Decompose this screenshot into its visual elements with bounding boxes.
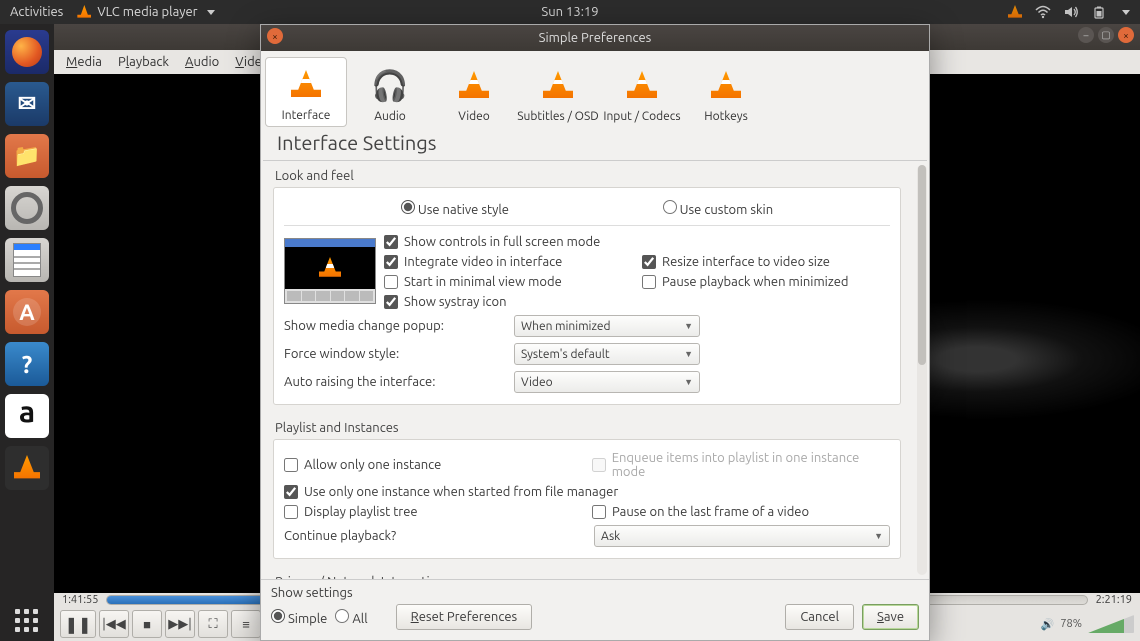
launcher-firefox[interactable]	[5, 30, 49, 74]
launcher-rhythmbox[interactable]	[5, 186, 49, 230]
dialog-footer: Show settings Simple All Reset Preferenc…	[261, 579, 929, 640]
skin-preview	[284, 238, 376, 304]
check-one-instance-filemgr[interactable]: Use only one instance when started from …	[284, 485, 618, 499]
minimize-button[interactable]: –	[1078, 27, 1094, 43]
dialog-title: Simple Preferences	[539, 31, 652, 45]
check-enqueue: Enqueue items into playlist in one insta…	[592, 451, 890, 479]
check-integrate-video[interactable]: Integrate video in interface	[384, 255, 562, 269]
vlc-icon	[77, 5, 91, 19]
group-playlist: Playlist and Instances	[261, 413, 913, 439]
radio-all[interactable]: All	[335, 609, 367, 626]
volume-icon[interactable]	[1063, 4, 1079, 20]
check-resize-interface[interactable]: Resize interface to video size	[642, 255, 830, 269]
vlc-tray-icon[interactable]	[1007, 4, 1023, 20]
app-menu[interactable]: VLC media player	[77, 5, 214, 19]
launcher-thunderbird[interactable]	[5, 82, 49, 126]
save-button[interactable]: Save	[862, 604, 919, 630]
activities-button[interactable]: Activities	[10, 5, 63, 19]
check-fullscreen-controls[interactable]: Show controls in full screen mode	[384, 235, 600, 249]
launcher-writer[interactable]	[5, 238, 49, 282]
play-pause-button[interactable]: ❚❚	[60, 610, 96, 638]
select-continue-playback[interactable]: Ask▼	[594, 525, 890, 547]
label-autoraise: Auto raising the interface:	[284, 375, 514, 389]
launcher-software[interactable]	[5, 290, 49, 334]
tab-interface[interactable]: Interface	[265, 57, 347, 127]
label-continue-playback: Continue playback?	[284, 529, 594, 543]
group-privacy: Privacy / Network Interaction	[261, 567, 913, 579]
window-controls: – ▢ ×	[1078, 27, 1134, 43]
scrollbar[interactable]	[917, 165, 927, 575]
app-menu-label: VLC media player	[97, 5, 197, 19]
select-autoraise[interactable]: Video▼	[514, 371, 700, 393]
launcher-vlc[interactable]	[5, 446, 49, 490]
network-icon[interactable]	[1035, 4, 1051, 20]
label-media-change: Show media change popup:	[284, 319, 514, 333]
chevron-down-icon	[207, 10, 215, 15]
prev-button[interactable]: |◀◀	[99, 610, 129, 638]
radio-custom-skin[interactable]: Use custom skin	[663, 200, 773, 217]
fullscreen-button[interactable]: ⛶	[198, 610, 228, 638]
label-force-style: Force window style:	[284, 347, 514, 361]
launcher-dock: 📁	[0, 24, 54, 641]
label-show-settings: Show settings	[271, 586, 353, 600]
panel-look-and-feel: Use native style Use custom skin Show co…	[273, 187, 901, 405]
menu-playback[interactable]: Playback	[112, 53, 175, 71]
check-playlist-tree[interactable]: Display playlist tree	[284, 505, 418, 519]
tab-video[interactable]: Video	[433, 57, 515, 127]
show-apps-icon[interactable]	[15, 609, 39, 633]
launcher-amazon[interactable]	[5, 394, 49, 438]
battery-icon[interactable]	[1091, 4, 1107, 20]
check-one-instance[interactable]: Allow only one instance	[284, 458, 441, 472]
tab-subtitles[interactable]: Subtitles / OSD	[517, 57, 599, 127]
radio-native-style[interactable]: Use native style	[401, 200, 509, 217]
panel-playlist: Allow only one instance Enqueue items in…	[273, 439, 901, 559]
maximize-button[interactable]: ▢	[1098, 27, 1114, 43]
total-time: 2:21:19	[1096, 594, 1132, 606]
reset-button[interactable]: Reset Preferences	[396, 604, 533, 630]
check-pause-minimized[interactable]: Pause playback when minimized	[642, 275, 848, 289]
cancel-button[interactable]: Cancel	[785, 604, 854, 630]
radio-simple[interactable]: Simple	[271, 609, 327, 626]
close-button[interactable]: ×	[1118, 27, 1134, 43]
launcher-files[interactable]: 📁	[5, 134, 49, 178]
check-pause-last-frame[interactable]: Pause on the last frame of a video	[592, 505, 809, 519]
prefs-scroll: Look and feel Use native style Use custo…	[261, 161, 929, 579]
section-heading: Interface Settings	[263, 127, 927, 161]
extended-button[interactable]: ≡	[231, 610, 261, 638]
dialog-titlebar: × Simple Preferences	[261, 25, 929, 51]
group-look-and-feel: Look and feel	[261, 161, 913, 187]
check-minimal-view[interactable]: Start in minimal view mode	[384, 275, 562, 289]
launcher-help[interactable]	[5, 342, 49, 386]
select-force-style[interactable]: System's default▼	[514, 343, 700, 365]
menu-media[interactable]: MMediaedia	[60, 53, 108, 71]
top-panel: Activities VLC media player Sun 13:19	[0, 0, 1140, 24]
stop-button[interactable]: ■	[132, 610, 162, 638]
tab-audio[interactable]: 🎧Audio	[349, 57, 431, 127]
preferences-dialog: × Simple Preferences Interface 🎧Audio Vi…	[260, 24, 930, 641]
system-menu-chevron-icon[interactable]	[1122, 10, 1130, 15]
menu-audio[interactable]: Audio	[179, 53, 225, 71]
volume-slider[interactable]	[1088, 615, 1134, 633]
elapsed-time: 1:41:55	[62, 594, 98, 606]
dialog-close-button[interactable]: ×	[267, 28, 283, 44]
tab-input-codecs[interactable]: Input / Codecs	[601, 57, 683, 127]
tab-hotkeys[interactable]: Hotkeys	[685, 57, 767, 127]
clock[interactable]: Sun 13:19	[541, 5, 598, 19]
prefs-category-row: Interface 🎧Audio Video Subtitles / OSD I…	[261, 51, 929, 127]
volume-percent: 78%	[1060, 618, 1082, 630]
select-media-change[interactable]: When minimized▼	[514, 315, 700, 337]
next-button[interactable]: ▶▶|	[165, 610, 195, 638]
mute-icon[interactable]: 🔊	[1041, 618, 1055, 631]
check-systray[interactable]: Show systray icon	[384, 295, 507, 309]
